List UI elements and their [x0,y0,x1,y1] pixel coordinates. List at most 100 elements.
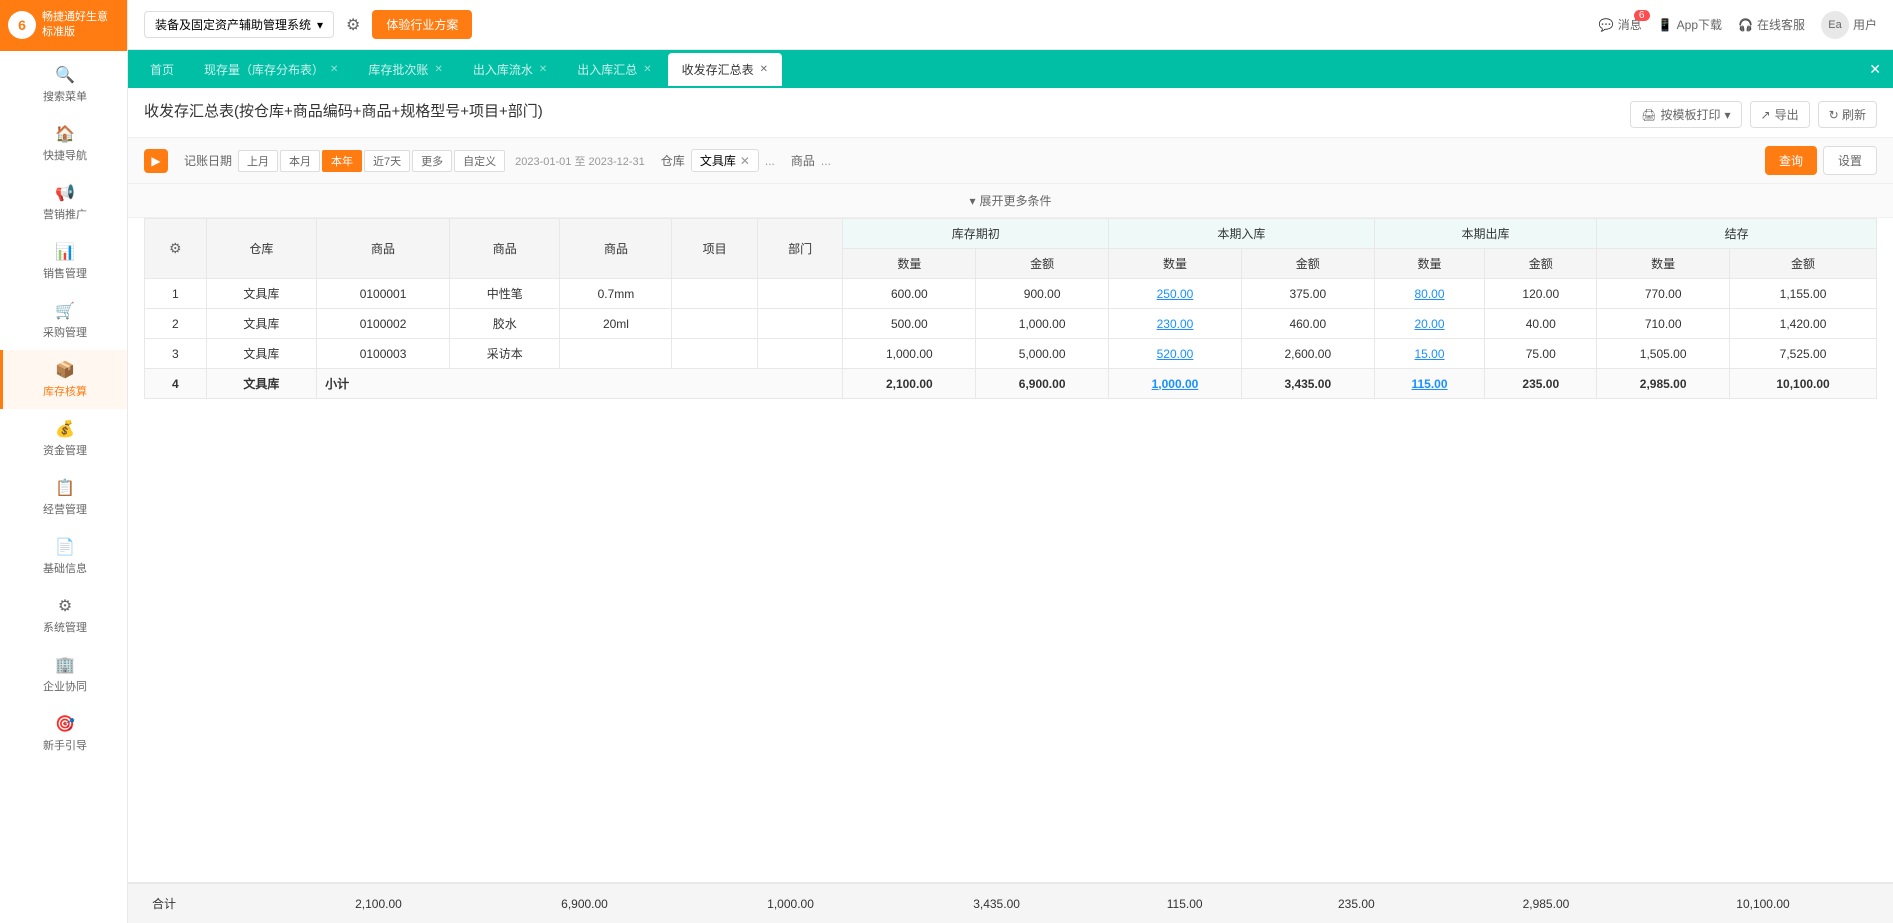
experience-btn[interactable]: 体验行业方案 [372,10,472,39]
cell-goods-spec [560,339,672,369]
print-btn[interactable]: 🖨 按模板打印 ▾ [1630,101,1741,128]
refresh-btn[interactable]: ↻ 刷新 [1818,101,1877,128]
date-btn-more[interactable]: 更多 [412,150,452,172]
messages-badge: 6 [1634,10,1650,21]
tab-inventory-dist[interactable]: 现存量（库存分布表）✕ [190,53,352,86]
sidebar-item-enterprise[interactable]: 🏢企业协同 [0,645,127,704]
chevron-down-icon: ▾ [317,18,323,32]
date-btn-this-month[interactable]: 本月 [280,150,320,172]
cell-goods-code: 0100003 [317,339,450,369]
cell-seq: 2 [145,309,207,339]
tab-home[interactable]: 首页 [136,53,188,86]
cell-bal-qty: 770.00 [1597,279,1730,309]
warehouse-ellipsis[interactable]: ... [765,154,775,168]
cell-warehouse: 文具库 [206,279,317,309]
filter-toggle-btn[interactable]: ▶ [144,149,168,173]
date-buttons: 上月 本月 本年 近7天 更多 自定义 [238,150,505,172]
tab-close-inout-summary[interactable]: ✕ [643,64,651,75]
sidebar-item-marketing[interactable]: 📢营销推广 [0,173,127,232]
th-warehouse: 仓库 [206,219,317,279]
table-row: 2 文具库 0100002 胶水 20ml 500.00 1,000.00 23… [145,309,1877,339]
headset-icon: 🎧 [1738,18,1753,32]
sidebar: 6 畅捷通好生意 标准版 🔍搜索菜单🏠快捷导航📢营销推广📊销售管理🛒采购管理📦库… [0,0,128,923]
phone-icon: 📱 [1658,18,1673,32]
cell-bal-qty: 2,985.00 [1597,369,1730,399]
tab-close-inout-flow[interactable]: ✕ [539,64,547,75]
app-download-label: App下载 [1677,16,1722,33]
online-service-item[interactable]: 🎧 在线客服 [1738,16,1805,33]
goods-ellipsis[interactable]: ... [821,154,831,168]
user-item[interactable]: Ea 用户 [1821,11,1877,39]
table-container: ⚙ 仓库 商品 商品 商品 项目 部门 库存期初 本期入库 本期出库 结存 数量 [128,218,1893,882]
tab-label-batch-ledger: 库存批次账 [368,61,428,78]
sidebar-item-basic-info[interactable]: 📄基础信息 [0,527,127,586]
cell-goods-code: 0100001 [317,279,450,309]
date-btn-last-month[interactable]: 上月 [238,150,278,172]
footer-bal-qty: 2,985.00 [1443,890,1649,917]
sidebar-item-purchase[interactable]: 🛒采购管理 [0,291,127,350]
guide-icon: 🎯 [55,714,75,734]
system-select[interactable]: 装备及固定资产辅助管理系统 ▾ [144,11,334,38]
cell-in-qty[interactable]: 250.00 [1109,279,1242,309]
tab-bar-close-btn[interactable]: ✕ [1865,57,1885,82]
tab-inout-summary[interactable]: 出入库汇总 ✕ [563,53,665,86]
logo-icon: 6 [8,11,36,39]
data-table: ⚙ 仓库 商品 商品 商品 项目 部门 库存期初 本期入库 本期出库 结存 数量 [144,218,1877,399]
system-title: 装备及固定资产辅助管理系统 [155,16,311,33]
sidebar-item-system[interactable]: ⚙系统管理 [0,586,127,645]
sidebar-item-finance[interactable]: 💰资金管理 [0,409,127,468]
sidebar-item-quick-nav[interactable]: 🏠快捷导航 [0,114,127,173]
sidebar-item-operations[interactable]: 📋经营管理 [0,468,127,527]
tab-inout-flow[interactable]: 出入库流水✕ [459,53,561,86]
sidebar-item-search[interactable]: 🔍搜索菜单 [0,55,127,114]
export-btn[interactable]: ↗ 导出 [1750,101,1810,128]
filter-bar: ▶ 记账日期 上月 本月 本年 近7天 更多 自定义 2023-01-01 至 … [128,138,1893,184]
date-btn-this-year[interactable]: 本年 [322,150,362,172]
date-btn-custom[interactable]: 自定义 [454,150,505,172]
query-btn[interactable]: 查询 [1765,146,1817,175]
online-service-label: 在线客服 [1757,16,1805,33]
th-bal-qty: 数量 [1597,249,1730,279]
cell-bal-amt: 7,525.00 [1730,339,1877,369]
tab-close-inventory-dist[interactable]: ✕ [330,64,338,75]
tab-label-inout-summary: 出入库汇总 [577,61,637,78]
sidebar-item-inventory[interactable]: 📦库存核算 [0,350,127,409]
header-actions: 💬 消息 6 📱 App下载 🎧 在线客服 Ea 用户 [1599,11,1877,39]
th-settings[interactable]: ⚙ [145,219,207,279]
cell-out-qty[interactable]: 15.00 [1374,339,1485,369]
expand-row: ▾ 展开更多条件 [128,184,1893,218]
th-bal-amt: 金额 [1730,249,1877,279]
cell-in-qty[interactable]: 1,000.00 [1109,369,1242,399]
app-download-item[interactable]: 📱 App下载 [1658,16,1722,33]
th-balance: 结存 [1597,219,1877,249]
messages-item[interactable]: 💬 消息 6 [1599,16,1642,33]
tab-recv-send-summary[interactable]: 收发存汇总表✕ [668,53,782,86]
export-icon: ↗ [1761,108,1771,122]
cell-in-qty[interactable]: 230.00 [1109,309,1242,339]
system-icon: ⚙ [58,596,72,616]
gear-icon[interactable]: ⚙ [346,15,360,35]
cell-out-qty[interactable]: 20.00 [1374,309,1485,339]
sidebar-item-sales[interactable]: 📊销售管理 [0,232,127,291]
th-goods-spec: 商品 [560,219,672,279]
cell-department [757,279,843,309]
th-period-out: 本期出库 [1374,219,1597,249]
footer-out-amt: 235.00 [1270,890,1443,917]
tab-batch-ledger[interactable]: 库存批次账 ✕ [354,53,456,86]
tab-label-home: 首页 [150,61,174,78]
logo-text: 畅捷通好生意 标准版 [42,10,108,41]
sidebar-item-guide[interactable]: 🎯新手引导 [0,704,127,763]
filter-setting-btn[interactable]: 设置 [1823,146,1877,175]
expand-conditions-btn[interactable]: ▾ 展开更多条件 [959,188,1061,213]
date-btn-7days[interactable]: 近7天 [364,150,410,172]
cell-out-qty[interactable]: 115.00 [1374,369,1485,399]
cell-in-qty[interactable]: 520.00 [1109,339,1242,369]
warehouse-tag[interactable]: 文具库 ✕ [691,149,759,172]
cell-out-qty[interactable]: 80.00 [1374,279,1485,309]
tab-close-batch-ledger[interactable]: ✕ [434,64,442,75]
warehouse-tag-close[interactable]: ✕ [740,154,750,168]
goods-label: 商品 [791,152,815,169]
tab-close-recv-send-summary[interactable]: ✕ [760,64,768,75]
cell-bal-amt: 1,420.00 [1730,309,1877,339]
footer-bal-amt: 10,100.00 [1649,890,1877,917]
